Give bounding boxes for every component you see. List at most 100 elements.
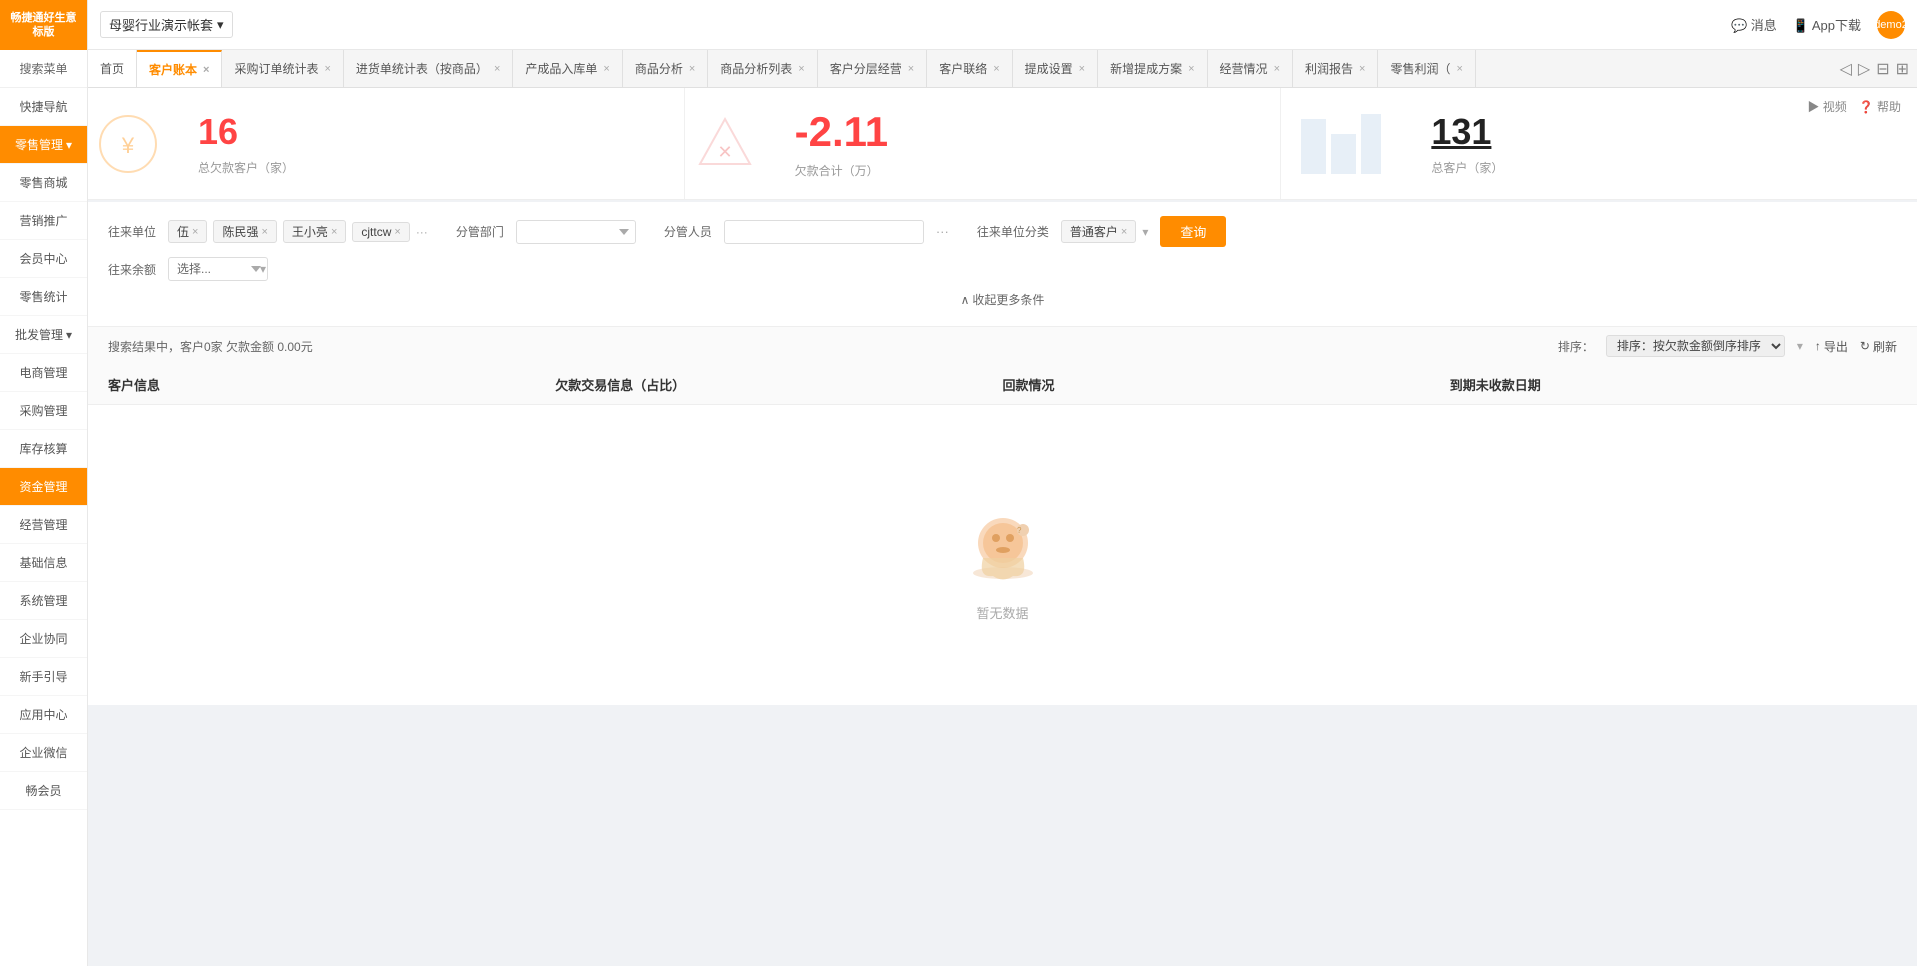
tab-purchase-order-stats[interactable]: 采购订单统计表 × [222, 50, 343, 88]
query-button[interactable]: 查询 [1160, 216, 1226, 247]
sidebar-item-ecommerce[interactable]: 电商管理 [0, 354, 87, 392]
close-icon[interactable]: × [908, 63, 914, 75]
tab-scroll-right-icon[interactable]: ▷ [1858, 59, 1870, 79]
sidebar-item-search[interactable]: 搜索菜单 [0, 50, 87, 88]
sidebar-item-inventory[interactable]: 库存核算 [0, 430, 87, 468]
stats-center-icon: ✕ [695, 114, 755, 174]
close-icon[interactable]: × [203, 64, 209, 76]
tab-product-analysis-list[interactable]: 商品分析列表 × [708, 50, 817, 88]
message-btn[interactable]: 💬 消息 [1731, 15, 1777, 34]
tab-product-inbound[interactable]: 产成品入库单 × [513, 50, 622, 88]
tag-close-wang[interactable]: × [331, 226, 337, 238]
refresh-icon: ↻ [1860, 339, 1870, 353]
close-icon[interactable]: × [689, 63, 695, 75]
refresh-btn[interactable]: ↻ 刷新 [1860, 338, 1897, 355]
result-bar: 搜索结果中，客户0家 欠款金额 0.00元 排序： 排序：按欠款金额倒序排序 ▾… [88, 326, 1917, 365]
video-link[interactable]: ▶ 视频 [1807, 98, 1846, 115]
chevron-down-icon-category: ▾ [1142, 225, 1148, 239]
account-select[interactable]: 母婴行业演示帐套 ▾ [100, 11, 233, 38]
table-header: 客户信息 欠款交易信息（占比） 回款情况 到期未收款日期 [88, 365, 1917, 405]
stat-card-overdue-customers: 16 总欠款客户（家） [168, 88, 685, 199]
table-body: ? 暂无数据 [88, 405, 1917, 705]
sidebar-item-purchase-mgmt[interactable]: 采购管理 [0, 392, 87, 430]
filter-more-manager[interactable]: ··· [936, 224, 949, 239]
empty-illustration: ? [953, 488, 1053, 591]
filter-tags-unit: 伍 × 陈民强 × 王小亮 × cjttcw × ··· [168, 220, 428, 243]
close-icon[interactable]: × [1456, 63, 1462, 75]
close-icon[interactable]: × [494, 63, 500, 75]
sidebar-item-wholesale-mgmt[interactable]: 批发管理▾ [0, 316, 87, 354]
filter-tag-normal-customer: 普通客户 × [1061, 220, 1136, 243]
filter-label-dept: 分管部门 [456, 223, 504, 240]
tab-retail-profit[interactable]: 零售利润（ × [1378, 50, 1475, 88]
col-header-repayment: 回款情况 [1003, 375, 1450, 394]
help-link[interactable]: ❓ 帮助 [1859, 98, 1901, 115]
filter-select-balance[interactable]: 选择... [168, 257, 268, 281]
tab-customer-accounts[interactable]: 客户账本 × [137, 50, 222, 88]
sidebar-item-vip-member[interactable]: 畅会员 [0, 772, 87, 810]
close-icon[interactable]: × [1188, 63, 1194, 75]
filter-input-manager[interactable] [724, 220, 924, 244]
content-area: ¥ 16 总欠款客户（家） ✕ -2.11 欠款合计（万） [88, 88, 1917, 966]
close-icon[interactable]: × [1079, 63, 1085, 75]
sidebar-item-retail-mgmt[interactable]: 零售管理▾ [0, 126, 87, 164]
sidebar-item-member-center[interactable]: 会员中心 [0, 240, 87, 278]
sidebar-item-finance[interactable]: 资金管理 [0, 468, 87, 506]
tag-close-normal[interactable]: × [1121, 226, 1127, 238]
tab-product-analysis[interactable]: 商品分析 × [623, 50, 708, 88]
overdue-amount-value: -2.11 [795, 108, 1251, 156]
tag-close-chen[interactable]: × [261, 226, 267, 238]
filter-label-manager: 分管人员 [664, 223, 712, 240]
sidebar-logo: 畅捷通好生意 标版 [0, 0, 87, 50]
export-btn[interactable]: ↑ 导出 [1815, 338, 1848, 355]
filter-row-1: 往来单位 伍 × 陈民强 × 王小亮 × cjttcw [108, 216, 1897, 247]
tab-customer-contact[interactable]: 客户联络 × [927, 50, 1012, 88]
tab-operations-status[interactable]: 经营情况 × [1208, 50, 1293, 88]
filter-area: 往来单位 伍 × 陈民强 × 王小亮 × cjttcw [88, 202, 1917, 326]
tag-close-cjttcw[interactable]: × [394, 226, 400, 238]
tab-new-promotion-plan[interactable]: 新增提成方案 × [1098, 50, 1207, 88]
tab-home[interactable]: 首页 [88, 50, 137, 88]
sidebar-item-base-info[interactable]: 基础信息 [0, 544, 87, 582]
tag-close-wu[interactable]: × [192, 226, 198, 238]
filter-select-dept[interactable] [516, 220, 636, 244]
sidebar-item-marketing[interactable]: 营销推广 [0, 202, 87, 240]
stats-right-icon [1296, 109, 1386, 179]
filter-more-btn[interactable]: ··· [416, 225, 428, 239]
topbar-right: 💬 消息 📱 App下载 demo2 [1731, 11, 1905, 39]
tab-scroll-left-icon[interactable]: ◁ [1840, 59, 1852, 79]
sidebar-item-retail-mall[interactable]: 零售商城 [0, 164, 87, 202]
sidebar-item-quick-nav[interactable]: 快捷导航 [0, 88, 87, 126]
tab-profit-report[interactable]: 利润报告 × [1293, 50, 1378, 88]
sidebar-item-operations[interactable]: 经营管理 [0, 506, 87, 544]
sidebar-item-enterprise-wx[interactable]: 企业微信 [0, 734, 87, 772]
tab-maximize-icon[interactable]: ⊞ [1896, 59, 1909, 79]
sidebar-item-retail-stats[interactable]: 零售统计 [0, 278, 87, 316]
sidebar-item-system[interactable]: 系统管理 [0, 582, 87, 620]
col-header-due-date: 到期未收款日期 [1450, 375, 1897, 394]
close-icon[interactable]: × [603, 63, 609, 75]
avatar[interactable]: demo2 [1877, 11, 1905, 39]
tab-promotion-settings[interactable]: 提成设置 × [1013, 50, 1098, 88]
close-icon[interactable]: × [798, 63, 804, 75]
account-select-label: 母婴行业演示帐套 [109, 15, 213, 34]
tabbar: 首页 客户账本 × 采购订单统计表 × 进货单统计表（按商品） × 产成品入库单… [88, 50, 1917, 88]
stat-card-overdue-amount: -2.11 欠款合计（万） [765, 88, 1282, 199]
collapse-btn[interactable]: ∧ 收起更多条件 [108, 291, 1897, 308]
filter-tag-wu: 伍 × [168, 220, 207, 243]
sidebar-item-app-center[interactable]: 应用中心 [0, 696, 87, 734]
close-icon[interactable]: × [324, 63, 330, 75]
sidebar-item-newbie[interactable]: 新手引导 [0, 658, 87, 696]
tab-minimize-icon[interactable]: ⊟ [1876, 59, 1889, 79]
app-download-btn[interactable]: 📱 App下载 [1793, 15, 1861, 34]
close-icon[interactable]: × [1359, 63, 1365, 75]
tab-customer-tier[interactable]: 客户分层经营 × [818, 50, 927, 88]
chevron-down-icon-sort: ▾ [1797, 339, 1803, 353]
sort-select[interactable]: 排序：按欠款金额倒序排序 [1606, 335, 1785, 357]
tab-inbound-stats[interactable]: 进货单统计表（按商品） × [344, 50, 513, 88]
sidebar-item-enterprise[interactable]: 企业协同 [0, 620, 87, 658]
total-customers-label: 总客户（家） [1431, 159, 1887, 176]
close-icon[interactable]: × [993, 63, 999, 75]
stats-main-icon: ¥ [98, 114, 158, 174]
close-icon[interactable]: × [1274, 63, 1280, 75]
